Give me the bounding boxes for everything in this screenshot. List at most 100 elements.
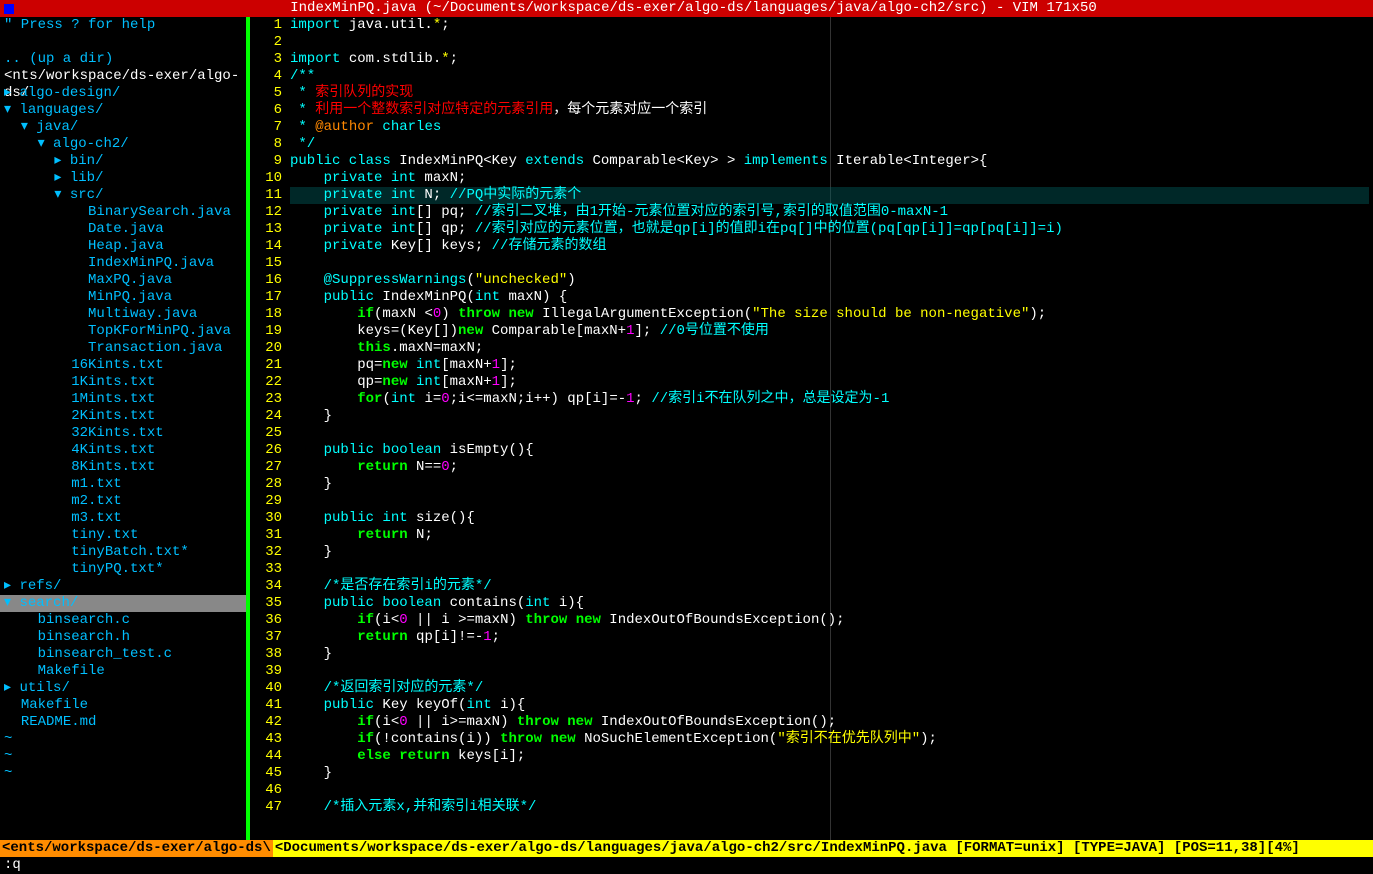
code-line: 20 this.maxN=maxN; — [250, 340, 1373, 357]
code-line: 28 } — [250, 476, 1373, 493]
code-line: 2 — [250, 34, 1373, 51]
code-line: 23 for(int i=0;i<=maxN;i++) qp[i]=-1; //… — [250, 391, 1373, 408]
current-path: <nts/workspace/ds-exer/algo-ds/ — [0, 68, 246, 85]
window-icon — [4, 4, 14, 14]
tree-item[interactable]: 32Kints.txt — [0, 425, 246, 442]
code-editor[interactable]: 1import java.util.*;23import com.stdlib.… — [250, 17, 1373, 840]
code-line: 18 if(maxN <0) throw new IllegalArgument… — [250, 306, 1373, 323]
window-titlebar[interactable]: IndexMinPQ.java (~/Documents/workspace/d… — [0, 0, 1373, 17]
code-line: 10 private int maxN; — [250, 170, 1373, 187]
code-line: 25 — [250, 425, 1373, 442]
tree-item[interactable]: ▸ algo-design/ — [0, 85, 246, 102]
tree-item[interactable]: Makefile — [0, 697, 246, 714]
code-line: 9public class IndexMinPQ<Key extends Com… — [250, 153, 1373, 170]
window-title: IndexMinPQ.java (~/Documents/workspace/d… — [18, 0, 1369, 17]
status-bar: <ents/workspace/ds-exer/algo-ds\ <Docume… — [0, 840, 1373, 857]
tree-item[interactable]: 1Mints.txt — [0, 391, 246, 408]
tree-item[interactable]: Makefile — [0, 663, 246, 680]
tree-item[interactable]: tinyBatch.txt* — [0, 544, 246, 561]
tree-item[interactable]: 8Kints.txt — [0, 459, 246, 476]
code-line: 41 public Key keyOf(int i){ — [250, 697, 1373, 714]
tree-item[interactable]: BinarySearch.java — [0, 204, 246, 221]
status-right: <Documents/workspace/ds-exer/algo-ds/lan… — [273, 840, 1373, 857]
code-line: 22 qp=new int[maxN+1]; — [250, 374, 1373, 391]
code-line: 47 /*插入元素x,并和索引i相关联*/ — [250, 799, 1373, 816]
tree-container: ▸ algo-design/▾ languages/ ▾ java/ ▾ alg… — [0, 85, 246, 731]
code-line: 40 /*返回索引对应的元素*/ — [250, 680, 1373, 697]
tree-item[interactable]: 4Kints.txt — [0, 442, 246, 459]
code-line: 45 } — [250, 765, 1373, 782]
code-line: 5 * 索引队列的实现 — [250, 85, 1373, 102]
tilde-line: ~ — [0, 731, 246, 748]
code-line: 38 } — [250, 646, 1373, 663]
tree-item[interactable]: m1.txt — [0, 476, 246, 493]
code-line: 6 * 利用一个整数索引对应特定的元素引用，每个元素对应一个索引 — [250, 102, 1373, 119]
tree-item[interactable]: ▾ languages/ — [0, 102, 246, 119]
code-container: 1import java.util.*;23import com.stdlib.… — [250, 17, 1373, 816]
tree-item[interactable]: ▾ search/ — [0, 595, 246, 612]
main-area: " Press ? for help .. (up a dir) <nts/wo… — [0, 17, 1373, 840]
code-line: 43 if(!contains(i)) throw new NoSuchElem… — [250, 731, 1373, 748]
tree-item[interactable]: Heap.java — [0, 238, 246, 255]
code-line: 21 pq=new int[maxN+1]; — [250, 357, 1373, 374]
tree-item[interactable]: Date.java — [0, 221, 246, 238]
tree-item[interactable]: MaxPQ.java — [0, 272, 246, 289]
tree-item[interactable]: 2Kints.txt — [0, 408, 246, 425]
tree-item[interactable]: TopKForMinPQ.java — [0, 323, 246, 340]
code-line: 42 if(i<0 || i>=maxN) throw new IndexOut… — [250, 714, 1373, 731]
tree-item[interactable]: tiny.txt — [0, 527, 246, 544]
tree-item[interactable]: ▸ lib/ — [0, 170, 246, 187]
code-line: 16 @SuppressWarnings("unchecked") — [250, 272, 1373, 289]
status-left: <ents/workspace/ds-exer/algo-ds\ — [0, 840, 273, 857]
command-line[interactable]: :q — [0, 857, 1373, 874]
code-line: 32 } — [250, 544, 1373, 561]
code-line: 13 private int[] qp; //索引对应的元素位置，也就是qp[i… — [250, 221, 1373, 238]
tree-item[interactable]: ▾ src/ — [0, 187, 246, 204]
tree-item[interactable]: tinyPQ.txt* — [0, 561, 246, 578]
code-line: 12 private int[] pq; //索引二叉堆，由1开始-元素位置对应… — [250, 204, 1373, 221]
tilde-line: ~ — [0, 748, 246, 765]
tree-item[interactable]: Transaction.java — [0, 340, 246, 357]
tree-item[interactable]: ▾ algo-ch2/ — [0, 136, 246, 153]
code-line: 37 return qp[i]!=-1; — [250, 629, 1373, 646]
code-line: 46 — [250, 782, 1373, 799]
tree-item[interactable]: ▸ utils/ — [0, 680, 246, 697]
code-line: 35 public boolean contains(int i){ — [250, 595, 1373, 612]
code-line: 30 public int size(){ — [250, 510, 1373, 527]
code-line: 15 — [250, 255, 1373, 272]
code-line: 29 — [250, 493, 1373, 510]
code-line: 1import java.util.*; — [250, 17, 1373, 34]
file-tree-sidebar[interactable]: " Press ? for help .. (up a dir) <nts/wo… — [0, 17, 250, 840]
tree-item[interactable]: Multiway.java — [0, 306, 246, 323]
code-line: 24 } — [250, 408, 1373, 425]
tree-item[interactable]: README.md — [0, 714, 246, 731]
tree-item[interactable]: ▸ refs/ — [0, 578, 246, 595]
tree-item[interactable]: ▾ java/ — [0, 119, 246, 136]
tree-item[interactable]: 16Kints.txt — [0, 357, 246, 374]
tree-item[interactable]: binsearch.h — [0, 629, 246, 646]
code-line: 33 — [250, 561, 1373, 578]
code-line: 4/** — [250, 68, 1373, 85]
code-line: 7 * @author charles — [250, 119, 1373, 136]
tree-item[interactable]: binsearch_test.c — [0, 646, 246, 663]
tree-item[interactable]: m3.txt — [0, 510, 246, 527]
code-line: 34 /*是否存在索引i的元素*/ — [250, 578, 1373, 595]
code-line: 26 public boolean isEmpty(){ — [250, 442, 1373, 459]
code-line: 8 */ — [250, 136, 1373, 153]
tree-item[interactable]: MinPQ.java — [0, 289, 246, 306]
tree-item[interactable]: m2.txt — [0, 493, 246, 510]
tree-item[interactable]: binsearch.c — [0, 612, 246, 629]
code-line: 31 return N; — [250, 527, 1373, 544]
code-line: 27 return N==0; — [250, 459, 1373, 476]
code-line: 17 public IndexMinPQ(int maxN) { — [250, 289, 1373, 306]
code-line: 14 private Key[] keys; //存储元素的数组 — [250, 238, 1373, 255]
code-line: 19 keys=(Key[])new Comparable[maxN+1]; /… — [250, 323, 1373, 340]
code-line: 39 — [250, 663, 1373, 680]
tree-item[interactable]: ▸ bin/ — [0, 153, 246, 170]
code-line: 36 if(i<0 || i >=maxN) throw new IndexOu… — [250, 612, 1373, 629]
code-line: 3import com.stdlib.*; — [250, 51, 1373, 68]
up-dir[interactable]: .. (up a dir) — [0, 51, 246, 68]
tree-item[interactable]: IndexMinPQ.java — [0, 255, 246, 272]
tree-item[interactable]: 1Kints.txt — [0, 374, 246, 391]
help-hint: " Press ? for help — [0, 17, 246, 34]
